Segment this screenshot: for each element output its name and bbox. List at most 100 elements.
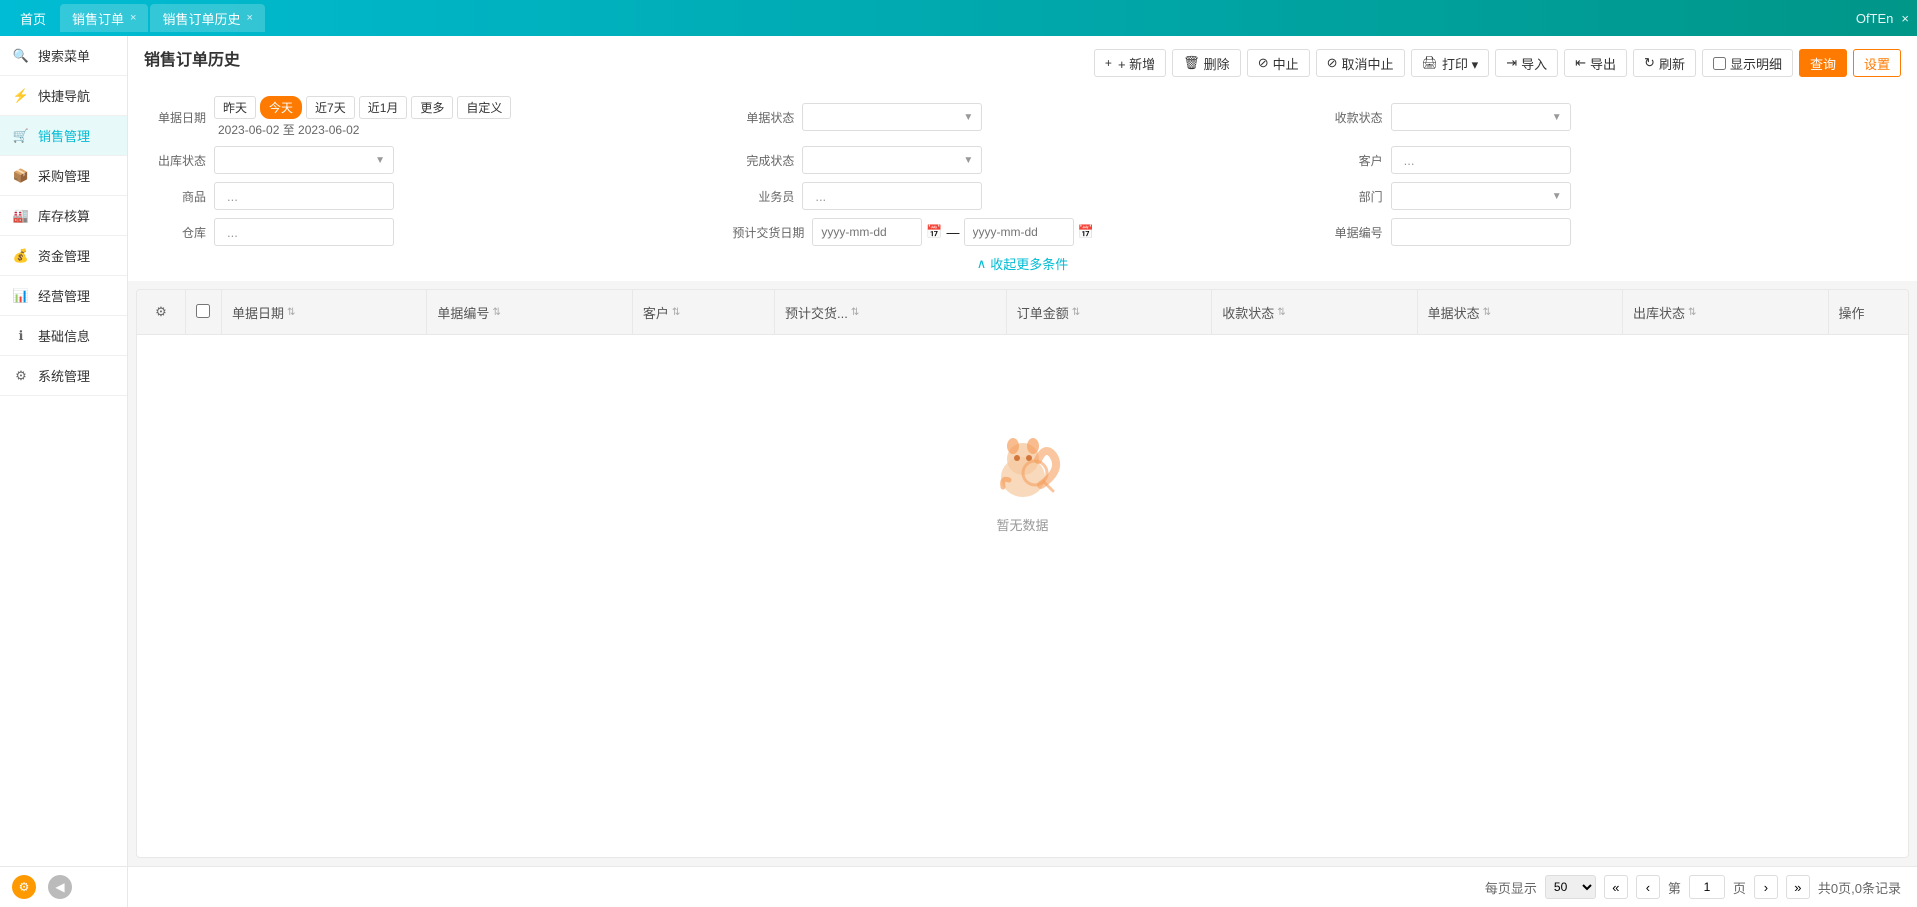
- empty-state-cell: 暂无数据: [137, 335, 1908, 615]
- expected-delivery-sort-icon: ⇅: [851, 307, 859, 318]
- delivery-status-select[interactable]: ▼: [214, 146, 394, 174]
- filter-customer: 客户 ...: [1321, 146, 1901, 174]
- sidebar-item-basic-info-label: 基础信息: [38, 326, 90, 345]
- th-bill-status[interactable]: 单据状态 ⇅: [1417, 290, 1622, 335]
- th-order-amount[interactable]: 订单金额 ⇅: [1006, 290, 1211, 335]
- th-expected-delivery[interactable]: 预计交货... ⇅: [774, 290, 1006, 335]
- sidebar-item-system[interactable]: ⚙ 系统管理: [0, 356, 127, 396]
- sidebar-gear-icon[interactable]: ⚙: [12, 875, 36, 899]
- date-btn-custom[interactable]: 自定义: [457, 96, 511, 119]
- sidebar-item-quick-nav-label: 快捷导航: [38, 86, 90, 105]
- select-all-checkbox[interactable]: [196, 304, 210, 318]
- export-label: 导出: [1590, 54, 1616, 73]
- show-detail-checkbox-label[interactable]: 显示明细: [1702, 49, 1793, 77]
- sidebar-item-basic-info[interactable]: ℹ 基础信息: [0, 316, 127, 356]
- sidebar-item-purchase-mgmt[interactable]: 📦 采购管理: [0, 156, 127, 196]
- date-btn-1month[interactable]: 近1月: [359, 96, 408, 119]
- filter-area: 单据日期 昨天 今天 近7天 近1月 更多 自定义 2023-06-02 至 2…: [128, 88, 1917, 281]
- tab-sales-order-history-close[interactable]: ×: [246, 12, 252, 24]
- th-delivery-status[interactable]: 出库状态 ⇅: [1623, 290, 1828, 335]
- calendar-from-icon[interactable]: 📅: [926, 224, 942, 240]
- warehouse-input[interactable]: ...: [214, 218, 394, 246]
- cancel-stop-label: 取消中止: [1342, 54, 1394, 73]
- show-detail-label: 显示明细: [1730, 54, 1782, 73]
- salesperson-input[interactable]: ...: [802, 182, 982, 210]
- tab-sales-order-history[interactable]: 销售订单历史 ×: [150, 4, 264, 32]
- expected-delivery-label: 预计交货日期: [732, 224, 812, 241]
- filter-department: 部门 ▼: [1321, 182, 1901, 210]
- bill-status-select[interactable]: ▼: [802, 103, 982, 131]
- print-button[interactable]: 🖨 打印 ▾: [1411, 49, 1490, 77]
- stop-button[interactable]: ⊘ 中止: [1247, 49, 1310, 77]
- date-btn-7days[interactable]: 近7天: [306, 96, 355, 119]
- tab-sales-order-label: 销售订单: [72, 9, 124, 28]
- cancel-stop-button[interactable]: ⊘ 取消中止: [1316, 49, 1405, 77]
- filter-delivery-status: 出库状态 ▼: [144, 146, 724, 174]
- print-icon: 🖨: [1422, 55, 1439, 71]
- filter-bill-no: 单据编号: [1321, 218, 1901, 246]
- filter-bill-date: 单据日期 昨天 今天 近7天 近1月 更多 自定义 2023-06-02 至 2…: [144, 96, 724, 138]
- completion-status-select[interactable]: ▼: [802, 146, 982, 174]
- sidebar: 🔍 搜索菜单 ⚡ 快捷导航 🛒 销售管理 📦 采购管理 🏭 库存核算 💰 资金管…: [0, 36, 128, 907]
- sidebar-item-sales-mgmt[interactable]: 🛒 销售管理: [0, 116, 127, 156]
- sidebar-item-inventory[interactable]: 🏭 库存核算: [0, 196, 127, 236]
- sidebar-item-search-menu[interactable]: 🔍 搜索菜单: [0, 36, 127, 76]
- sidebar-item-operations[interactable]: 📊 经营管理: [0, 276, 127, 316]
- first-page-button[interactable]: «: [1604, 875, 1628, 899]
- tab-sales-order-close[interactable]: ×: [130, 12, 136, 24]
- delete-label: 删除: [1204, 54, 1230, 73]
- product-ellipsis[interactable]: ...: [223, 189, 242, 204]
- add-button[interactable]: + + 新增: [1094, 49, 1166, 77]
- salesperson-ellipsis[interactable]: ...: [811, 189, 830, 204]
- sidebar-item-inventory-label: 库存核算: [38, 206, 90, 225]
- tab-home[interactable]: 首页: [8, 4, 58, 32]
- department-label: 部门: [1321, 188, 1391, 205]
- import-button[interactable]: ⇥ 导入: [1495, 49, 1558, 77]
- customer-ellipsis[interactable]: ...: [1400, 153, 1419, 168]
- prev-page-button[interactable]: ‹: [1636, 875, 1660, 899]
- sidebar-expand-icon[interactable]: ◀: [48, 875, 72, 899]
- department-chevron: ▼: [1552, 191, 1562, 202]
- collapse-bar[interactable]: ∧ 收起更多条件: [144, 250, 1901, 277]
- customer-input[interactable]: ...: [1391, 146, 1571, 174]
- often-label[interactable]: OfTEn: [1856, 11, 1894, 26]
- export-button[interactable]: ⇤ 导出: [1564, 49, 1627, 77]
- next-page-button[interactable]: ›: [1754, 875, 1778, 899]
- product-label: 商品: [144, 188, 214, 205]
- sidebar-item-finance[interactable]: 💰 资金管理: [0, 236, 127, 276]
- date-btn-today[interactable]: 今天: [260, 96, 302, 119]
- filter-product: 商品 ...: [144, 182, 724, 210]
- export-icon: ⇤: [1575, 55, 1586, 71]
- show-detail-checkbox[interactable]: [1713, 57, 1726, 70]
- info-icon: ℹ: [12, 327, 30, 345]
- last-page-button[interactable]: »: [1786, 875, 1810, 899]
- tab-sales-order[interactable]: 销售订单 ×: [60, 4, 148, 32]
- sidebar-item-quick-nav[interactable]: ⚡ 快捷导航: [0, 76, 127, 116]
- filter-row-1: 单据日期 昨天 今天 近7天 近1月 更多 自定义 2023-06-02 至 2…: [144, 96, 1901, 138]
- column-settings-icon[interactable]: ⚙: [147, 298, 175, 326]
- date-btn-yesterday[interactable]: 昨天: [214, 96, 256, 119]
- expected-delivery-to[interactable]: [964, 218, 1074, 246]
- date-btn-more[interactable]: 更多: [411, 96, 453, 119]
- calendar-to-icon[interactable]: 📅: [1078, 224, 1094, 240]
- bill-no-input[interactable]: [1391, 218, 1571, 246]
- delete-button[interactable]: 🗑 删除: [1172, 49, 1241, 77]
- query-button[interactable]: 查询: [1799, 49, 1847, 77]
- payment-status-select[interactable]: ▼: [1391, 103, 1571, 131]
- page-size-select[interactable]: 50 10 20 100: [1545, 875, 1596, 899]
- refresh-button[interactable]: ↻ 刷新: [1633, 49, 1696, 77]
- warehouse-ellipsis[interactable]: ...: [223, 225, 242, 240]
- expected-delivery-from[interactable]: [812, 218, 922, 246]
- department-select[interactable]: ▼: [1391, 182, 1571, 210]
- page-number-input[interactable]: [1689, 875, 1725, 899]
- th-bill-date[interactable]: 单据日期 ⇅: [222, 290, 427, 335]
- setting-button[interactable]: 设置: [1853, 49, 1901, 77]
- window-close-icon[interactable]: ×: [1901, 11, 1909, 26]
- sidebar-bottom: ⚙ ◀: [0, 866, 127, 907]
- th-payment-status[interactable]: 收款状态 ⇅: [1212, 290, 1417, 335]
- sidebar-item-system-label: 系统管理: [38, 366, 90, 385]
- th-bill-no[interactable]: 单据编号 ⇅: [427, 290, 632, 335]
- product-input[interactable]: ...: [214, 182, 394, 210]
- page-label: 第: [1668, 878, 1681, 897]
- th-customer[interactable]: 客户 ⇅: [632, 290, 774, 335]
